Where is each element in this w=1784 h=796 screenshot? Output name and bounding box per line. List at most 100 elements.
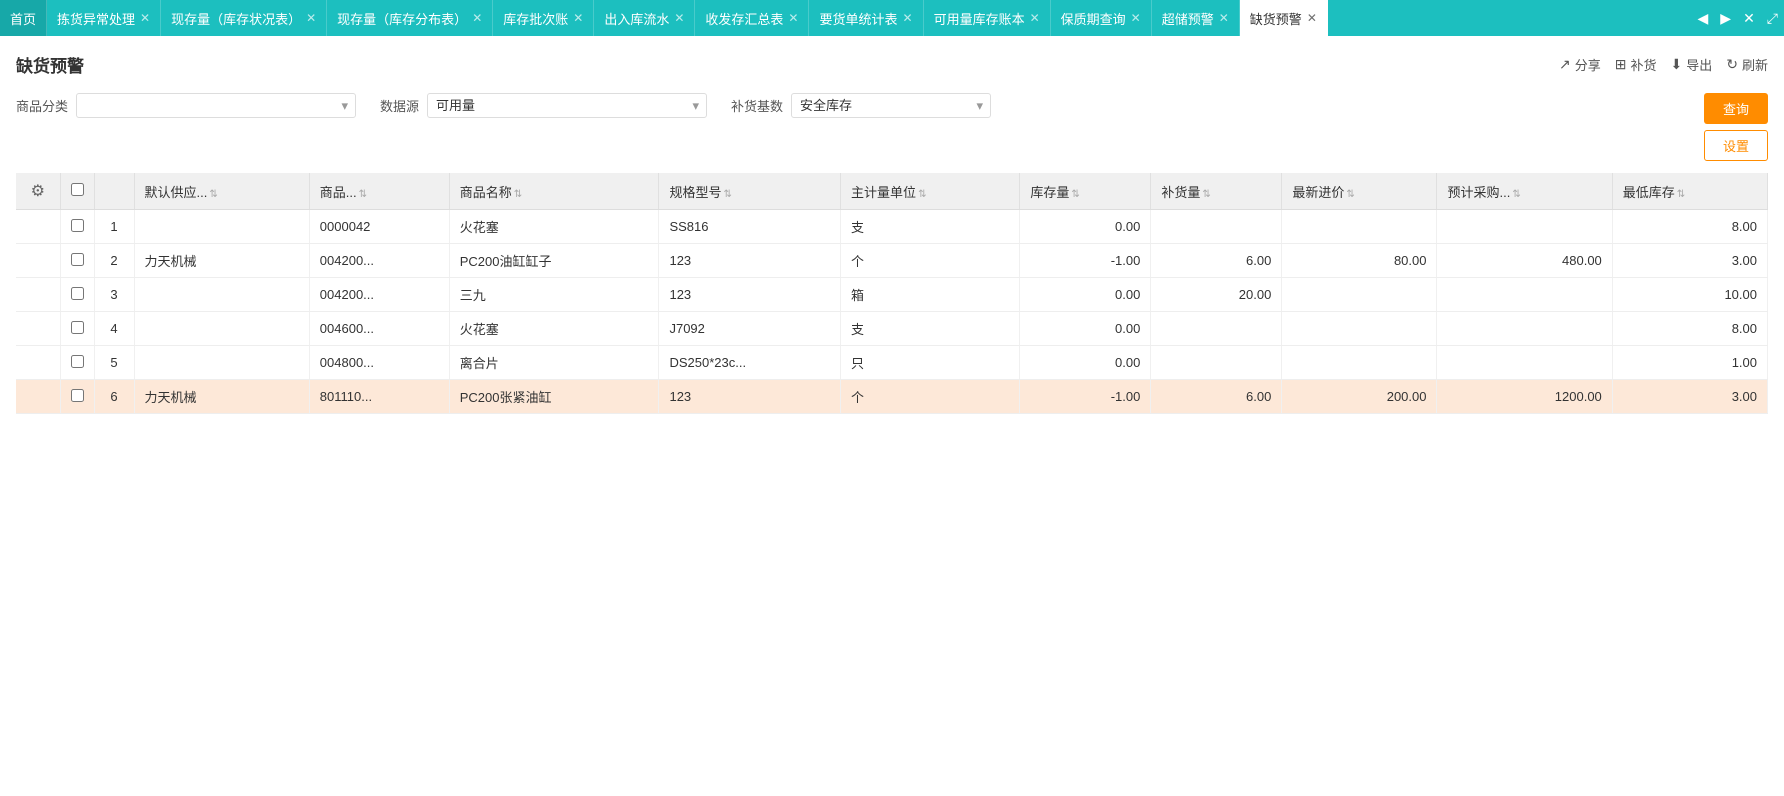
nav-tab-flow[interactable]: 出入库流水 ✕: [594, 0, 695, 36]
nav-tab-overstock[interactable]: 超储预警 ✕: [1152, 0, 1240, 36]
row-index-cell: 6: [94, 380, 134, 414]
nav-tab-summary[interactable]: 收发存汇总表 ✕: [695, 0, 809, 36]
query-button[interactable]: 查询: [1704, 93, 1768, 124]
row-product-code-cell: 801110...: [309, 380, 449, 414]
replenish-base-select[interactable]: 安全库存: [791, 93, 991, 118]
nav-close-button[interactable]: ✕: [1737, 0, 1761, 36]
row-checkbox[interactable]: [71, 253, 84, 266]
share-button[interactable]: ↗ 分享: [1559, 55, 1601, 74]
row-checkbox[interactable]: [71, 321, 84, 334]
shortage-tab-label: 缺货预警: [1250, 9, 1302, 28]
row-latest-price-cell: [1282, 278, 1437, 312]
row-min-stock-cell: 8.00: [1612, 312, 1767, 346]
close-icon[interactable]: ✕: [674, 11, 684, 25]
row-checkbox[interactable]: [71, 355, 84, 368]
nav-tab-picking[interactable]: 拣货异常处理 ✕: [47, 0, 161, 36]
available-ledger-tab-label: 可用量库存账本: [934, 9, 1025, 28]
col-estimated-purchase-header[interactable]: 预计采购...⇅: [1437, 173, 1612, 210]
close-icon[interactable]: ✕: [140, 11, 150, 25]
row-check-cell: [60, 380, 94, 414]
replenish-base-filter-group: 补货基数 安全库存: [731, 93, 991, 118]
sort-icon: ⇅: [918, 189, 926, 200]
row-spec-cell: J7092: [659, 312, 841, 346]
nav-tab-requisition[interactable]: 要货单统计表 ✕: [809, 0, 923, 36]
share-icon: ↗: [1559, 56, 1571, 73]
row-product-code-cell: 004600...: [309, 312, 449, 346]
col-settings[interactable]: ⚙: [16, 173, 60, 210]
close-icon[interactable]: ✕: [1219, 11, 1229, 25]
select-all-checkbox[interactable]: [71, 183, 84, 196]
row-stock-cell: 0.00: [1020, 210, 1151, 244]
close-icon[interactable]: ✕: [1307, 11, 1317, 25]
row-replenish-qty-cell: 6.00: [1151, 380, 1282, 414]
close-icon[interactable]: ✕: [1030, 11, 1040, 25]
col-product-code-header[interactable]: 商品...⇅: [309, 173, 449, 210]
col-latest-price-header[interactable]: 最新进价⇅: [1282, 173, 1437, 210]
close-icon[interactable]: ✕: [472, 11, 482, 25]
close-icon[interactable]: ✕: [903, 11, 913, 25]
sort-icon: ⇅: [1346, 189, 1354, 200]
nav-tab-home[interactable]: 首页: [0, 0, 47, 36]
row-unit-cell: 个: [841, 380, 1020, 414]
row-stock-cell: -1.00: [1020, 380, 1151, 414]
row-checkbox[interactable]: [71, 219, 84, 232]
sort-icon: ⇅: [514, 189, 522, 200]
nav-arrows: ◀ ▶ ✕ ⤢: [1692, 0, 1784, 36]
inventory-status-tab-label: 现存量（库存状况表）: [171, 9, 301, 28]
category-label: 商品分类: [16, 96, 68, 115]
nav-tab-shortage[interactable]: 缺货预警 ✕: [1240, 0, 1328, 36]
row-settings-cell: [16, 278, 60, 312]
nav-expand-button[interactable]: ⤢: [1761, 0, 1784, 36]
nav-tab-batch-account[interactable]: 库存批次账 ✕: [493, 0, 594, 36]
datasource-select[interactable]: 可用量: [427, 93, 707, 118]
row-check-cell: [60, 244, 94, 278]
settings-gear-icon[interactable]: ⚙: [31, 181, 45, 201]
refresh-button[interactable]: ↻ 刷新: [1726, 55, 1768, 74]
sort-icon: ⇅: [1677, 189, 1685, 200]
close-icon[interactable]: ✕: [573, 11, 583, 25]
row-latest-price-cell: [1282, 312, 1437, 346]
page-header: 缺货预警 ↗ 分享 ⊞ 补货 ⬇ 导出 ↻ 刷新: [16, 52, 1768, 77]
nav-tab-inventory-dist[interactable]: 现存量（库存分布表） ✕: [327, 0, 493, 36]
col-unit-header[interactable]: 主计量单位⇅: [841, 173, 1020, 210]
sort-icon: ⇅: [723, 189, 731, 200]
row-settings-cell: [16, 244, 60, 278]
col-replenish-qty-header[interactable]: 补货量⇅: [1151, 173, 1282, 210]
row-checkbox[interactable]: [71, 287, 84, 300]
share-label: 分享: [1575, 55, 1601, 74]
row-checkbox[interactable]: [71, 389, 84, 402]
close-icon[interactable]: ✕: [306, 11, 316, 25]
row-check-cell: [60, 346, 94, 380]
row-stock-cell: 0.00: [1020, 346, 1151, 380]
row-min-stock-cell: 8.00: [1612, 210, 1767, 244]
nav-prev-button[interactable]: ◀: [1692, 0, 1715, 36]
col-spec-header[interactable]: 规格型号⇅: [659, 173, 841, 210]
row-product-name-cell: 火花塞: [449, 210, 659, 244]
close-icon[interactable]: ✕: [788, 11, 798, 25]
export-button[interactable]: ⬇ 导出: [1671, 55, 1713, 74]
row-product-code-cell: 0000042: [309, 210, 449, 244]
row-check-cell: [60, 312, 94, 346]
row-index-cell: 2: [94, 244, 134, 278]
col-product-name-header[interactable]: 商品名称⇅: [449, 173, 659, 210]
table-body: 1 0000042 火花塞 SS816 支 0.00 8.00 2 力天机械 0…: [16, 210, 1768, 414]
row-supplier-cell: [134, 312, 309, 346]
col-min-stock-header[interactable]: 最低库存⇅: [1612, 173, 1767, 210]
row-unit-cell: 只: [841, 346, 1020, 380]
nav-next-button[interactable]: ▶: [1714, 0, 1737, 36]
close-icon[interactable]: ✕: [1131, 11, 1141, 25]
row-supplier-cell: [134, 210, 309, 244]
row-supplier-cell: [134, 278, 309, 312]
replenish-button[interactable]: ⊞ 补货: [1615, 55, 1657, 74]
datasource-filter-group: 数据源 可用量: [380, 93, 707, 118]
col-stock-header[interactable]: 库存量⇅: [1020, 173, 1151, 210]
category-select[interactable]: [76, 93, 356, 118]
setting-button[interactable]: 设置: [1704, 130, 1768, 161]
col-supplier-header[interactable]: 默认供应...⇅: [134, 173, 309, 210]
nav-tab-available-ledger[interactable]: 可用量库存账本 ✕: [924, 0, 1051, 36]
nav-tab-expiry[interactable]: 保质期查询 ✕: [1051, 0, 1152, 36]
row-supplier-cell: 力天机械: [134, 380, 309, 414]
row-estimated-purchase-cell: 1200.00: [1437, 380, 1612, 414]
row-spec-cell: SS816: [659, 210, 841, 244]
nav-tab-inventory-status[interactable]: 现存量（库存状况表） ✕: [161, 0, 327, 36]
